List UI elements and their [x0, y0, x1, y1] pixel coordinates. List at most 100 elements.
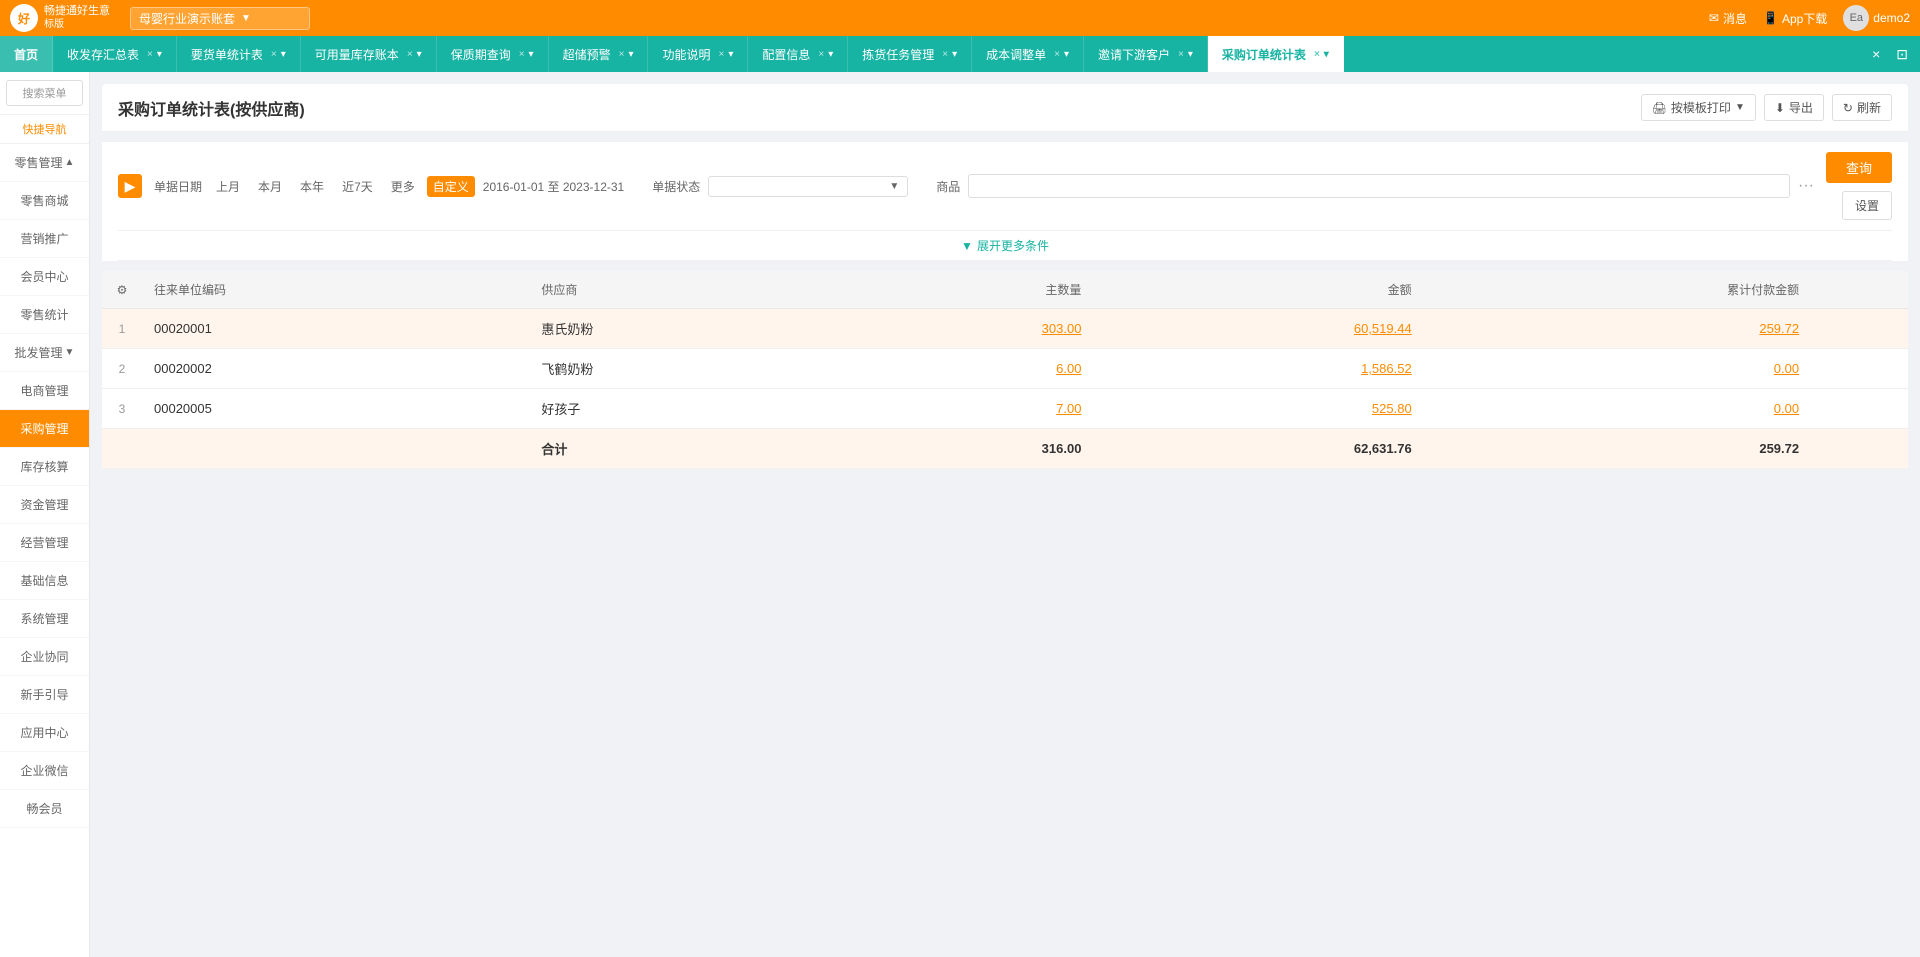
- close-tab-expiry[interactable]: ×: [519, 49, 525, 60]
- tab-available[interactable]: 可用量库存账本 × ▾: [301, 36, 437, 72]
- close-tab-available[interactable]: ×: [407, 49, 413, 60]
- user-area[interactable]: Ea demo2: [1843, 5, 1910, 31]
- more-date-btn[interactable]: 更多: [385, 176, 421, 197]
- sidebar-item-app-center[interactable]: 应用中心: [0, 714, 89, 752]
- sidebar-item-guide[interactable]: 新手引导: [0, 676, 89, 714]
- logo-text: 畅捷通好生意 标版: [44, 5, 110, 30]
- row-amount[interactable]: 525.80: [1093, 389, 1423, 429]
- settings-icon[interactable]: ⚙: [117, 283, 128, 297]
- close-tab-funchelp[interactable]: ×: [718, 49, 724, 60]
- goods-more-btn[interactable]: ···: [1794, 177, 1818, 195]
- col-supplier-header: 供应商: [529, 271, 836, 309]
- tab-picking[interactable]: 拣货任务管理 × ▾: [848, 36, 972, 72]
- filter-section: ▶ 单据日期 上月 本月 本年 近7天 更多 自定义 2016-01-01 至 …: [102, 142, 1908, 261]
- sidebar-item-chang-member[interactable]: 畅会员: [0, 790, 89, 828]
- sidebar-item-base-info[interactable]: 基础信息: [0, 562, 89, 600]
- tab-funchelp[interactable]: 功能说明 × ▾: [648, 36, 748, 72]
- arrow-icon: ▾: [1188, 49, 1193, 60]
- quick-nav-btn[interactable]: 快捷导航: [0, 115, 89, 144]
- this-year-btn[interactable]: 本年: [294, 176, 330, 197]
- row-paid[interactable]: 0.00: [1424, 389, 1811, 429]
- status-select[interactable]: ▼: [708, 176, 908, 197]
- sidebar-item-marketing[interactable]: 营销推广: [0, 220, 89, 258]
- last-7-days-btn[interactable]: 近7天: [336, 176, 379, 197]
- row-amount[interactable]: 60,519.44: [1093, 309, 1423, 349]
- sidebar-item-enterprise[interactable]: 企业协同: [0, 638, 89, 676]
- row-quantity[interactable]: 6.00: [836, 349, 1093, 389]
- chevron-down-icon: ▼: [961, 239, 973, 253]
- sidebar-item-sys-mgmt[interactable]: 系统管理: [0, 600, 89, 638]
- sidebar-item-wechat[interactable]: 企业微信: [0, 752, 89, 790]
- col-quantity-header: 主数量: [836, 271, 1093, 309]
- tab-config[interactable]: 配置信息 × ▾: [748, 36, 848, 72]
- org-selector[interactable]: 母婴行业演示账套 ▼: [130, 7, 310, 30]
- sidebar-item-operations[interactable]: 经营管理: [0, 524, 89, 562]
- close-tab-cost-adj[interactable]: ×: [1054, 49, 1060, 60]
- custom-date-label[interactable]: 自定义: [427, 176, 475, 197]
- arrow-icon: ▾: [529, 49, 534, 60]
- page-content: 采购订单统计表(按供应商) 🖨 按模板打印 ▼ ⬇ 导出 ↻ 刷新: [90, 72, 1920, 957]
- col-amount-header: 金额: [1093, 271, 1423, 309]
- close-tab-picking[interactable]: ×: [942, 49, 948, 60]
- row-amount[interactable]: 1,586.52: [1093, 349, 1423, 389]
- close-tab-config[interactable]: ×: [818, 49, 824, 60]
- close-tab-order-stat[interactable]: ×: [271, 49, 277, 60]
- footer-empty-2: [142, 429, 529, 469]
- tab-expiry[interactable]: 保质期查询 × ▾: [437, 36, 549, 72]
- goods-filter-label: 商品: [936, 178, 960, 195]
- close-tab-summary[interactable]: ×: [147, 49, 153, 60]
- refresh-btn[interactable]: ↻ 刷新: [1832, 94, 1892, 121]
- filter-toggle-btn[interactable]: ▶: [118, 174, 142, 198]
- export-btn[interactable]: ⬇ 导出: [1764, 94, 1824, 121]
- tab-order-stat[interactable]: 要货单统计表 × ▾: [177, 36, 301, 72]
- tab-overstock[interactable]: 超储预警 × ▾: [549, 36, 649, 72]
- sidebar-search-area: 搜索菜单: [0, 72, 89, 115]
- arrow-icon: ▾: [1324, 49, 1329, 60]
- row-code: 00020001: [142, 309, 529, 349]
- this-month-btn[interactable]: 本月: [252, 176, 288, 197]
- sidebar-item-members[interactable]: 会员中心: [0, 258, 89, 296]
- sidebar-item-retail-mall[interactable]: 零售商城: [0, 182, 89, 220]
- phone-icon: 📱: [1763, 11, 1778, 25]
- sidebar-item-inventory[interactable]: 库存核算: [0, 448, 89, 486]
- row-paid[interactable]: 259.72: [1424, 309, 1811, 349]
- last-month-btn[interactable]: 上月: [210, 176, 246, 197]
- app-download-btn[interactable]: 📱 App下载: [1763, 10, 1827, 27]
- query-btn[interactable]: 查询: [1826, 152, 1892, 183]
- sidebar-item-ecommerce[interactable]: 电商管理: [0, 372, 89, 410]
- col-paid-header: 累计付款金额: [1424, 271, 1811, 309]
- sidebar-item-wholesale[interactable]: 批发管理 ▼: [0, 334, 89, 372]
- restore-btn[interactable]: ⊡: [1892, 42, 1912, 67]
- search-menu-btn[interactable]: 搜索菜单: [6, 80, 83, 106]
- table-body: 1 00020001 惠氏奶粉 303.00 60,519.44 259.72 …: [102, 309, 1908, 429]
- footer-amount: 62,631.76: [1093, 429, 1423, 469]
- close-tab-overstock[interactable]: ×: [619, 49, 625, 60]
- dropdown-icon: ▼: [1735, 102, 1745, 113]
- row-quantity[interactable]: 7.00: [836, 389, 1093, 429]
- tab-summary[interactable]: 收发存汇总表 × ▾: [53, 36, 177, 72]
- tab-cost-adj[interactable]: 成本调整单 × ▾: [972, 36, 1084, 72]
- close-tab-invite[interactable]: ×: [1178, 49, 1184, 60]
- row-num: 1: [102, 309, 142, 349]
- row-code: 00020005: [142, 389, 529, 429]
- sidebar-item-finance[interactable]: 资金管理: [0, 486, 89, 524]
- template-print-btn[interactable]: 🖨 按模板打印 ▼: [1641, 94, 1756, 121]
- close-all-tabs-btn[interactable]: ×: [1868, 42, 1884, 66]
- sidebar-item-retail-stat[interactable]: 零售统计: [0, 296, 89, 334]
- top-bar: 好 畅捷通好生意 标版 母婴行业演示账套 ▼ ✉ 消息 📱 App下载 Ea d…: [0, 0, 1920, 36]
- sidebar-item-retail[interactable]: 零售管理 ▲: [0, 144, 89, 182]
- message-btn[interactable]: ✉ 消息: [1709, 10, 1747, 27]
- refresh-icon: ↻: [1843, 101, 1853, 115]
- close-tab-purchase-stat[interactable]: ×: [1314, 49, 1320, 60]
- row-quantity[interactable]: 303.00: [836, 309, 1093, 349]
- goods-input[interactable]: [968, 174, 1790, 198]
- tab-purchase-stat[interactable]: 采购订单统计表 × ▾: [1208, 36, 1344, 72]
- tab-home[interactable]: 首页: [0, 36, 53, 72]
- settings-btn[interactable]: 设置: [1842, 191, 1892, 220]
- expand-more-btn[interactable]: ▼ 展开更多条件: [961, 237, 1049, 254]
- col-settings-header: ⚙: [102, 271, 142, 309]
- row-paid[interactable]: 0.00: [1424, 349, 1811, 389]
- sidebar-item-purchase[interactable]: 采购管理: [0, 410, 89, 448]
- arrow-icon: ▾: [828, 49, 833, 60]
- tab-invite[interactable]: 邀请下游客户 × ▾: [1084, 36, 1208, 72]
